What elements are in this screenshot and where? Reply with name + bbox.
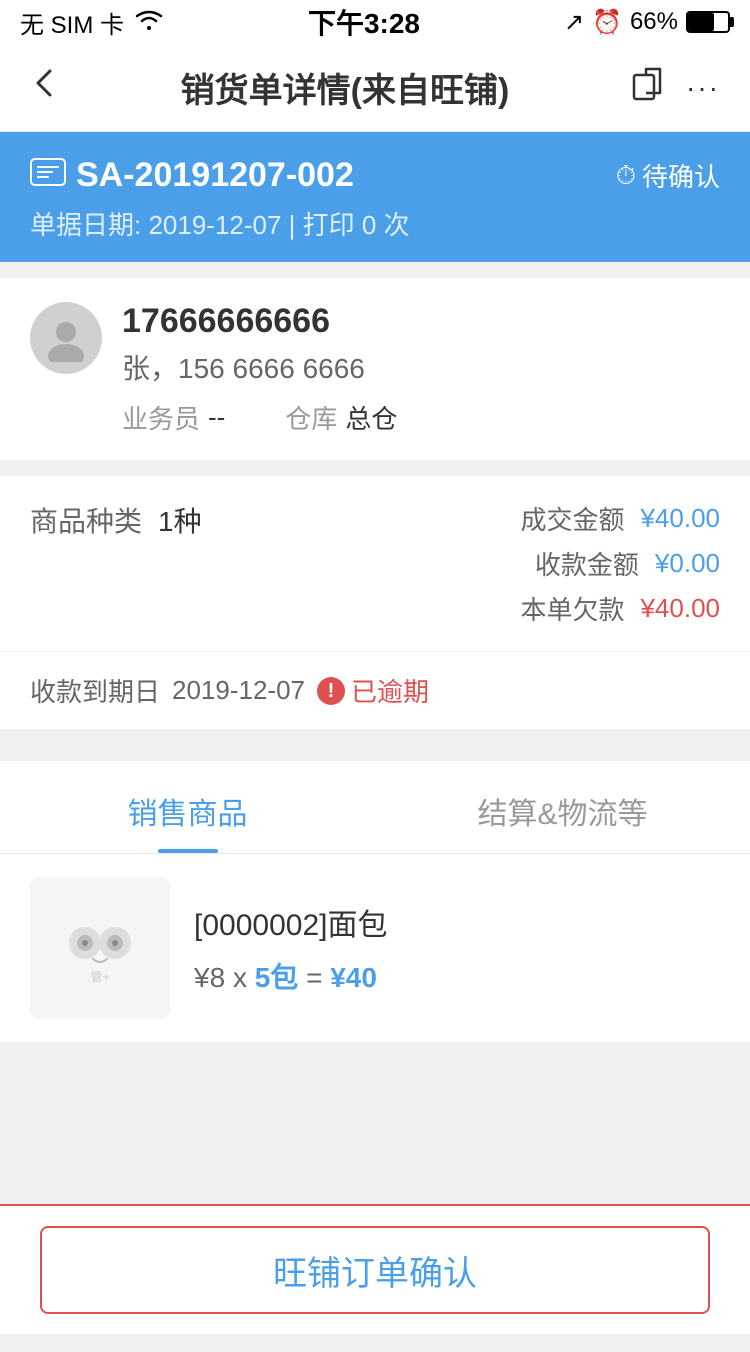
status-right: ↗ ⏰ 66% (564, 8, 730, 37)
share-icon[interactable] (632, 67, 666, 109)
warehouse-item: 仓库 总仓 (285, 399, 397, 436)
customer-meta: 业务员 -- 仓库 总仓 (122, 399, 720, 436)
order-date: 单据日期: 2019-12-07 | 打印 0 次 (30, 205, 720, 242)
warehouse-value: 总仓 (345, 399, 397, 436)
order-status: ⏱ 待确认 (616, 157, 720, 194)
warehouse-label: 仓库 (285, 399, 337, 436)
payment-amount-label: 收款金额 (535, 545, 639, 582)
product-types-label: 商品种类 (30, 500, 142, 540)
carrier-text: 无 SIM 卡 (20, 5, 124, 40)
overdue-text: 已逾期 (351, 672, 429, 709)
due-date-value: 2019-12-07 (172, 675, 305, 706)
equals-sign: = (306, 962, 330, 993)
clock-icon: ⏱ (616, 160, 636, 192)
customer-info: 17666666666 张，156 6666 6666 业务员 -- 仓库 总仓 (122, 302, 720, 436)
product-name: [0000002]面包 (194, 900, 720, 944)
status-left: 无 SIM 卡 (20, 5, 164, 40)
salesperson-value: -- (208, 402, 225, 433)
product-image: 管+ (30, 878, 170, 1018)
order-header-top: SA-20191207-002 ⏱ 待确认 (30, 156, 720, 195)
svg-text:管+: 管+ (90, 969, 109, 983)
page-title: 销货单详情(来自旺铺) (90, 63, 600, 112)
customer-name: 张，156 6666 6666 (122, 347, 720, 387)
product-list: 管+ [0000002]面包 ¥8 x 5包 = ¥40 (0, 854, 750, 1042)
due-date-label: 收款到期日 (30, 672, 160, 709)
customer-card: 17666666666 张，156 6666 6666 业务员 -- 仓库 总仓 (0, 278, 750, 460)
order-id: SA-20191207-002 (30, 156, 354, 195)
customer-phone: 17666666666 (122, 302, 720, 341)
product-price: ¥8 (194, 962, 225, 993)
salesperson-item: 业务员 -- (122, 399, 225, 436)
tab-settlement[interactable]: 结算&物流等 (375, 761, 750, 853)
customer-section: 17666666666 张，156 6666 6666 业务员 -- 仓库 总仓 (30, 302, 720, 436)
overdue-icon: ! (317, 677, 345, 705)
status-time: 下午3:28 (308, 2, 420, 42)
deal-amount-value: ¥40.00 (640, 503, 720, 534)
deal-amount-label: 成交金额 (520, 500, 624, 537)
battery-percentage: 66% (630, 8, 678, 36)
battery-icon (686, 11, 730, 33)
page-wrapper: 无 SIM 卡 下午3:28 ↗ ⏰ 66% 销货单详情 (0, 0, 750, 1352)
deal-amount-row: 成交金额 ¥40.00 (520, 500, 720, 537)
owed-amount-label: 本单欠款 (520, 590, 624, 627)
nav-actions: ··· (600, 67, 720, 109)
payment-amount-value: ¥0.00 (655, 548, 720, 579)
confirm-order-button[interactable]: 旺铺订单确认 (40, 1226, 710, 1314)
summary-right: 成交金额 ¥40.00 收款金额 ¥0.00 本单欠款 ¥40.00 (520, 500, 720, 627)
product-total: ¥40 (330, 962, 377, 993)
divider-2 (0, 729, 750, 745)
location-icon: ↗ (564, 8, 584, 37)
salesperson-label: 业务员 (122, 399, 200, 436)
content-spacer (0, 1042, 750, 1222)
owed-amount-row: 本单欠款 ¥40.00 (520, 590, 720, 627)
summary-left: 商品种类 1种 (30, 500, 202, 540)
product-types-value: 1种 (158, 500, 202, 540)
order-header: SA-20191207-002 ⏱ 待确认 单据日期: 2019-12-07 |… (0, 132, 750, 262)
status-bar: 无 SIM 卡 下午3:28 ↗ ⏰ 66% (0, 0, 750, 44)
payment-amount-row: 收款金额 ¥0.00 (535, 545, 720, 582)
product-qty: 5包 (255, 962, 299, 993)
tab-sales-products[interactable]: 销售商品 (0, 761, 375, 853)
divider-1 (0, 460, 750, 476)
due-date-section: 收款到期日 2019-12-07 ! 已逾期 (0, 651, 750, 729)
order-icon (30, 156, 66, 195)
alarm-icon: ⏰ (592, 8, 622, 37)
product-item: 管+ [0000002]面包 ¥8 x 5包 = ¥40 (30, 878, 720, 1018)
back-button[interactable] (30, 61, 90, 114)
customer-avatar (30, 302, 102, 374)
bottom-bar: 旺铺订单确认 (0, 1204, 750, 1334)
product-price-line: ¥8 x 5包 = ¥40 (194, 956, 720, 996)
more-icon[interactable]: ··· (686, 72, 720, 104)
tabs-container: 销售商品 结算&物流等 (0, 761, 750, 854)
overdue-badge: ! 已逾期 (317, 672, 429, 709)
nav-bar: 销货单详情(来自旺铺) ··· (0, 44, 750, 132)
summary-section: 商品种类 1种 成交金额 ¥40.00 收款金额 ¥0.00 本单欠款 ¥40.… (0, 476, 750, 651)
product-info: [0000002]面包 ¥8 x 5包 = ¥40 (194, 900, 720, 996)
multiply-sign: x (233, 962, 255, 993)
owed-amount-value: ¥40.00 (640, 593, 720, 624)
wifi-icon (134, 8, 164, 37)
